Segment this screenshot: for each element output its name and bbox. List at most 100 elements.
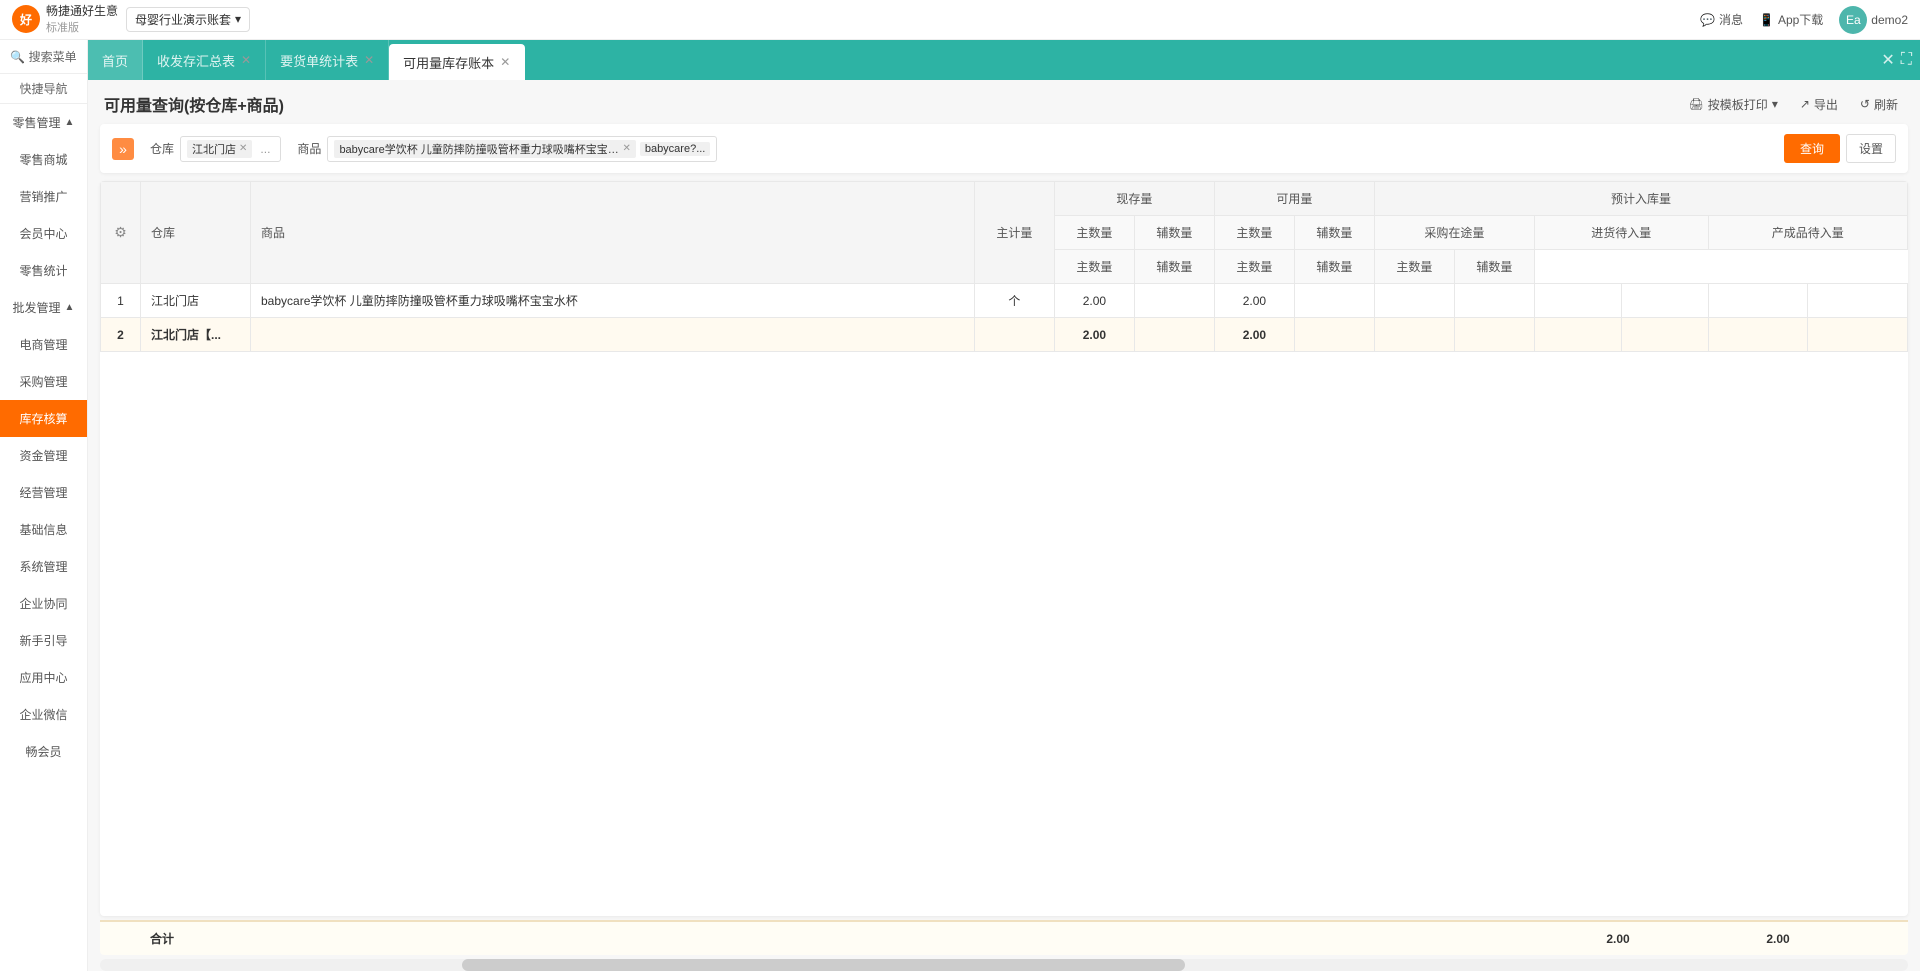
message-label: 消息	[1719, 11, 1743, 28]
tab-available-ledger[interactable]: 可用量库存账本 ✕	[389, 44, 525, 80]
page-title: 可用量查询(按仓库+商品)	[104, 92, 284, 116]
tab-receive-summary-label: 收发存汇总表	[157, 51, 235, 70]
sidebar-item-retail-mgmt-label: 零售管理	[13, 114, 61, 131]
app-download-btn[interactable]: 📱 App下载	[1759, 11, 1823, 28]
cell-avail-main-1: 2.00	[1214, 284, 1294, 318]
template-print-label: 按模板打印	[1708, 96, 1768, 113]
cell-warehouse-1: 江北门店	[141, 284, 251, 318]
tab-fullscreen-icon[interactable]: ⛶	[1901, 51, 1912, 69]
goods-tag-1: babycare学饮杯 儿童防摔防撞吸管杯重力球吸嘴杯宝宝水杯 ✕	[334, 140, 635, 158]
top-bar: 好 畅捷通好生意 标准版 母婴行业演示账套 ▾ 💬 消息 📱 App下载 Ea …	[0, 0, 1920, 40]
sidebar-item-purchase-mgmt[interactable]: 采购管理	[0, 363, 87, 400]
th-gp-main: 主数量	[1214, 250, 1294, 284]
th-warehouse-label: 仓库	[151, 226, 175, 240]
tab-home[interactable]: 首页	[88, 40, 143, 80]
sidebar-item-retail-stats[interactable]: 零售统计	[0, 252, 87, 289]
th-warehouse: 仓库	[141, 182, 251, 284]
cell-pt-main-2	[1374, 318, 1454, 352]
cell-gp-main-1	[1534, 284, 1621, 318]
export-btn[interactable]: ↗ 导出	[1794, 93, 1844, 116]
sidebar-item-basic-info-label: 基础信息	[19, 521, 67, 538]
sidebar-item-marketing[interactable]: 营销推广	[0, 178, 87, 215]
sidebar-item-app-center-label: 应用中心	[19, 669, 67, 686]
chevron-down-icon-2: ▲	[65, 302, 75, 313]
th-incoming: 预计入库量	[1374, 182, 1907, 216]
sidebar-item-new-guide[interactable]: 新手引导	[0, 622, 87, 659]
sidebar-item-wholesale-mgmt[interactable]: 批发管理 ▲	[0, 289, 87, 326]
goods-filter-label: 商品	[297, 140, 321, 157]
warehouse-ellipsis[interactable]: ...	[256, 142, 274, 156]
top-bar-left: 好 畅捷通好生意 标准版 母婴行业演示账套 ▾	[12, 4, 250, 34]
refresh-btn[interactable]: ↺ 刷新	[1854, 93, 1904, 116]
cell-cur-aux-1	[1134, 284, 1214, 318]
sidebar-item-ecommerce-mgmt[interactable]: 电商管理	[0, 326, 87, 363]
th-settings[interactable]: ⚙	[101, 182, 141, 284]
filter-expand-btn[interactable]: »	[112, 138, 134, 160]
tab-receive-summary[interactable]: 收发存汇总表 ✕	[143, 40, 266, 80]
industry-selector[interactable]: 母婴行业演示账套 ▾	[126, 7, 250, 32]
search-icon: 🔍	[10, 50, 25, 64]
settings-icon[interactable]: ⚙	[114, 224, 127, 241]
warehouse-tag-close[interactable]: ✕	[239, 143, 247, 154]
tab-available-ledger-close[interactable]: ✕	[500, 55, 510, 69]
sidebar-item-inventory-check[interactable]: 库存核算	[0, 400, 87, 437]
sidebar-item-member-center-label: 会员中心	[19, 225, 67, 242]
sidebar-item-retail-mall[interactable]: 零售商城	[0, 141, 87, 178]
th-finished-pending: 产成品待入量	[1708, 216, 1907, 250]
th-pt-aux: 辅数量	[1134, 250, 1214, 284]
sidebar-item-vip-member[interactable]: 畅会员	[0, 733, 87, 770]
sidebar-item-member-center[interactable]: 会员中心	[0, 215, 87, 252]
message-btn[interactable]: 💬 消息	[1700, 11, 1743, 28]
tab-order-stats[interactable]: 要货单统计表 ✕	[266, 40, 389, 80]
sidebar-item-enterprise-collab[interactable]: 企业协同	[0, 585, 87, 622]
app-download-label: App下载	[1778, 11, 1823, 28]
user-name: demo2	[1871, 13, 1908, 27]
goods-tag-2-text: babycare?...	[645, 143, 706, 155]
cell-pt-main-1	[1374, 284, 1454, 318]
page-header: 可用量查询(按仓库+商品) 🖨 按模板打印 ▾ ↗ 导出 ↺ 刷新	[88, 80, 1920, 124]
footer-label: 合计	[150, 930, 260, 947]
th-goods-label: 商品	[261, 226, 285, 240]
goods-tag-1-close[interactable]: ✕	[622, 143, 630, 154]
sidebar-item-ecommerce-mgmt-label: 电商管理	[19, 336, 67, 353]
sidebar-item-operations-mgmt[interactable]: 经营管理	[0, 474, 87, 511]
refresh-icon: ↺	[1860, 97, 1870, 111]
tab-home-label: 首页	[102, 51, 128, 70]
query-btn[interactable]: 查询	[1784, 134, 1840, 163]
sidebar-item-system-mgmt[interactable]: 系统管理	[0, 548, 87, 585]
th-purchase-transit: 采购在途量	[1374, 216, 1534, 250]
sidebar-item-inventory-check-label: 库存核算	[19, 410, 67, 427]
user-area[interactable]: Ea demo2	[1839, 6, 1908, 34]
sidebar-item-operations-mgmt-label: 经营管理	[19, 484, 67, 501]
top-bar-right: 💬 消息 📱 App下载 Ea demo2	[1700, 6, 1908, 34]
cell-avail-aux-1	[1294, 284, 1374, 318]
bottom-scrollbar[interactable]	[100, 959, 1908, 971]
sidebar-item-purchase-mgmt-label: 采购管理	[19, 373, 67, 390]
template-print-btn[interactable]: 🖨 按模板打印 ▾	[1683, 93, 1784, 116]
warehouse-tags-input[interactable]: 江北门店 ✕ ...	[180, 136, 281, 162]
tab-order-stats-close[interactable]: ✕	[364, 53, 374, 67]
sidebar-item-finance-mgmt[interactable]: 资金管理	[0, 437, 87, 474]
table-wrapper: ⚙ 仓库 商品 主计量 现存量	[100, 181, 1908, 916]
footer-cur-main: 2.00	[1578, 932, 1658, 946]
tab-receive-summary-close[interactable]: ✕	[241, 53, 251, 67]
th-fp-main: 主数量	[1374, 250, 1454, 284]
sidebar-item-app-center[interactable]: 应用中心	[0, 659, 87, 696]
sidebar-item-enterprise-wechat-label: 企业微信	[19, 706, 67, 723]
sidebar-quick-nav[interactable]: 快捷导航	[0, 74, 87, 104]
sidebar-item-enterprise-wechat[interactable]: 企业微信	[0, 696, 87, 733]
sidebar-search[interactable]: 🔍 搜索菜单	[0, 40, 87, 74]
main-layout: 🔍 搜索菜单 快捷导航 零售管理 ▲ 零售商城 营销推广 会员中心 零售统计 批…	[0, 40, 1920, 971]
sidebar-item-system-mgmt-label: 系统管理	[19, 558, 67, 575]
sidebar-item-retail-mgmt[interactable]: 零售管理 ▲	[0, 104, 87, 141]
sidebar-item-basic-info[interactable]: 基础信息	[0, 511, 87, 548]
th-goods-pending: 进货待入量	[1534, 216, 1708, 250]
export-label: 导出	[1814, 96, 1838, 113]
goods-tags-input[interactable]: babycare学饮杯 儿童防摔防撞吸管杯重力球吸嘴杯宝宝水杯 ✕ babyca…	[327, 136, 717, 162]
tab-close-all-icon[interactable]: ✕	[1881, 50, 1894, 70]
th-avail-aux-label: 辅数量	[1316, 226, 1352, 240]
setting-btn[interactable]: 设置	[1846, 134, 1896, 163]
print-arrow-icon: ▾	[1772, 97, 1778, 111]
th-available-label: 可用量	[1276, 192, 1312, 206]
th-goods-pending-label: 进货待入量	[1591, 226, 1651, 240]
